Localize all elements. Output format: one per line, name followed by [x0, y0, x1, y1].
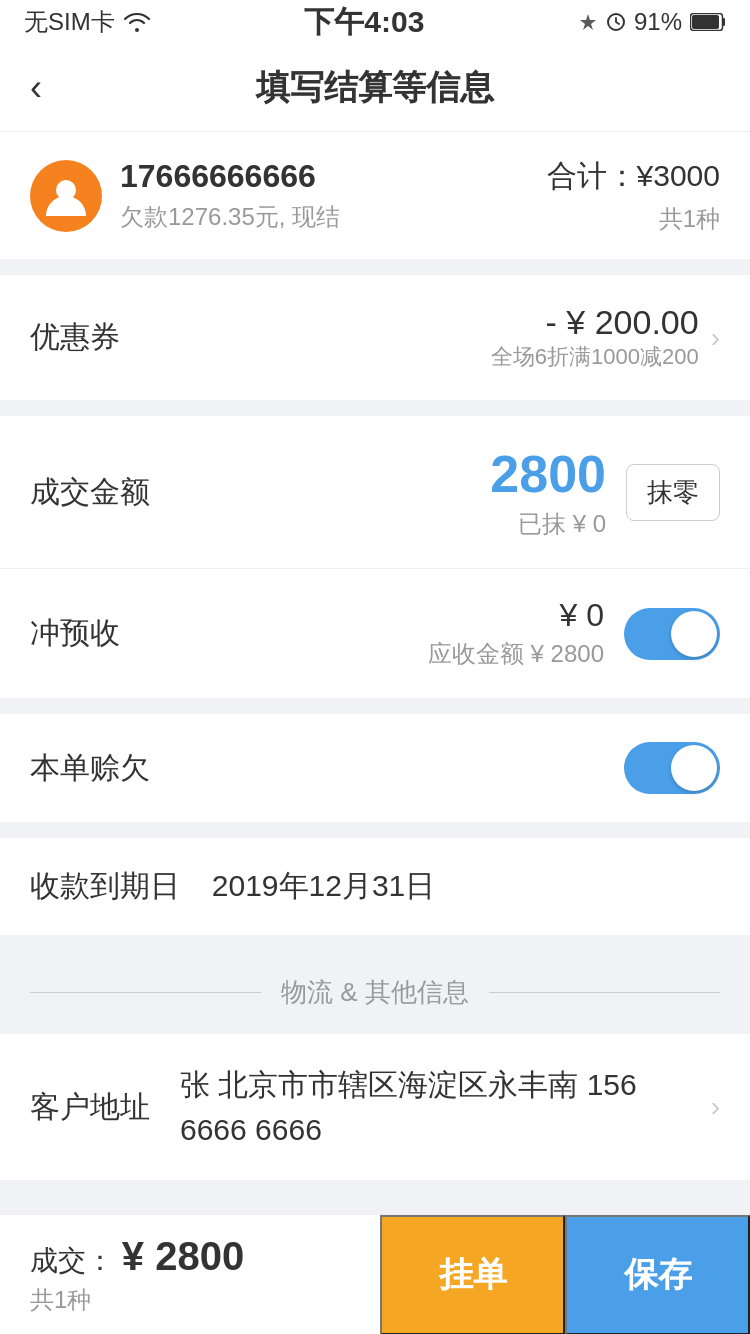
amount-row: 成交金额 2800 已抹 ¥ 0 抹零 [0, 416, 750, 568]
coupon-discount: - ¥ 200.00 [491, 303, 699, 342]
customer-info-card: 17666666666 欠款1276.35元, 现结 合计：¥3000 共1种 [0, 132, 750, 259]
coupon-info: - ¥ 200.00 全场6折满1000减200 [491, 303, 699, 372]
address-content: 张 北京市市辖区海淀区永丰南 156 6666 6666 [180, 1062, 711, 1152]
clock-icon [606, 12, 626, 32]
status-left: 无SIM卡 [24, 6, 151, 38]
customer-debt: 欠款1276.35元, 现结 [120, 201, 340, 233]
status-right: 91% [578, 8, 726, 36]
battery-label: 91% [634, 8, 682, 36]
amount-erased: 已抹 ¥ 0 [490, 508, 606, 540]
customer-left: 17666666666 欠款1276.35元, 现结 [30, 158, 340, 233]
customer-phone: 17666666666 [120, 158, 340, 195]
amount-value-wrap: 2800 已抹 ¥ 0 抹零 [490, 444, 720, 540]
bottom-deal-label: 成交： [30, 1245, 114, 1276]
user-icon [42, 172, 90, 220]
pre-amount-wrap: ¥ 0 应收金额 ¥ 2800 [428, 597, 604, 670]
coupon-desc: 全场6折满1000减200 [491, 342, 699, 372]
debt-label: 本单赊欠 [30, 748, 150, 789]
amount-section: 成交金额 2800 已抹 ¥ 0 抹零 冲预收 ¥ 0 应收金额 ¥ 2800 [0, 416, 750, 698]
nav-bar: ‹ 填写结算等信息 [0, 44, 750, 132]
wifi-icon [123, 12, 151, 32]
coupon-right: - ¥ 200.00 全场6折满1000减200 › [491, 303, 720, 372]
location-icon [578, 12, 598, 32]
logistics-label: 物流 & 其他信息 [281, 975, 469, 1010]
page-title: 填写结算等信息 [256, 65, 494, 111]
pre-receive-row: 冲预收 ¥ 0 应收金额 ¥ 2800 [0, 568, 750, 698]
customer-total: 合计：¥3000 共1种 [547, 156, 720, 235]
round-button[interactable]: 抹零 [626, 464, 720, 521]
amount-number: 2800 [490, 444, 606, 504]
status-bar: 无SIM卡 下午4:03 91% [0, 0, 750, 44]
divider-line-left [30, 992, 261, 993]
pre-receivable: 应收金额 ¥ 2800 [428, 638, 604, 670]
debt-toggle-knob [671, 745, 717, 791]
hold-button[interactable]: 挂单 [380, 1215, 565, 1335]
battery-icon [690, 13, 726, 31]
address-label: 客户地址 [30, 1087, 150, 1128]
duedate-label: 收款到期日 [30, 869, 180, 902]
total-count: 共1种 [547, 203, 720, 235]
duedate-section: 收款到期日 2019年12月31日 [0, 838, 750, 935]
pre-amount: ¥ 0 [428, 597, 604, 634]
pre-receive-label: 冲预收 [30, 613, 120, 654]
amount-label: 成交金额 [30, 472, 150, 513]
pre-receive-toggle[interactable] [624, 608, 720, 660]
coupon-row[interactable]: 优惠券 - ¥ 200.00 全场6折满1000减200 › [0, 275, 750, 400]
back-button[interactable]: ‹ [30, 67, 42, 109]
avatar [30, 160, 102, 232]
customer-details: 17666666666 欠款1276.35元, 现结 [120, 158, 340, 233]
bottom-bar: 成交： ¥ 2800 共1种 挂单 保存 [0, 1214, 750, 1334]
divider-line-right [489, 992, 720, 993]
bottom-count: 共1种 [30, 1284, 350, 1316]
toggle-knob [671, 611, 717, 657]
save-button[interactable]: 保存 [565, 1215, 750, 1335]
address-chevron-icon: › [711, 1091, 720, 1123]
coupon-chevron-icon: › [711, 322, 720, 354]
bottom-deal-row: 成交： ¥ 2800 [30, 1234, 350, 1280]
amount-number-wrap: 2800 已抹 ¥ 0 [490, 444, 606, 540]
debt-section: 本单赊欠 [0, 714, 750, 822]
bottom-deal-amount: ¥ 2800 [122, 1234, 244, 1278]
duedate-value: 2019年12月31日 [212, 869, 435, 902]
no-sim-label: 无SIM卡 [24, 6, 115, 38]
debt-toggle[interactable] [624, 742, 720, 794]
logistics-divider: 物流 & 其他信息 [0, 951, 750, 1034]
svg-rect-2 [692, 15, 719, 29]
coupon-label: 优惠券 [30, 317, 120, 358]
address-section[interactable]: 客户地址 张 北京市市辖区海淀区永丰南 156 6666 6666 › [0, 1034, 750, 1180]
pre-receive-right: ¥ 0 应收金额 ¥ 2800 [428, 597, 720, 670]
total-amount: 合计：¥3000 [547, 156, 720, 197]
bottom-summary: 成交： ¥ 2800 共1种 [0, 1234, 380, 1316]
status-time: 下午4:03 [304, 2, 424, 43]
